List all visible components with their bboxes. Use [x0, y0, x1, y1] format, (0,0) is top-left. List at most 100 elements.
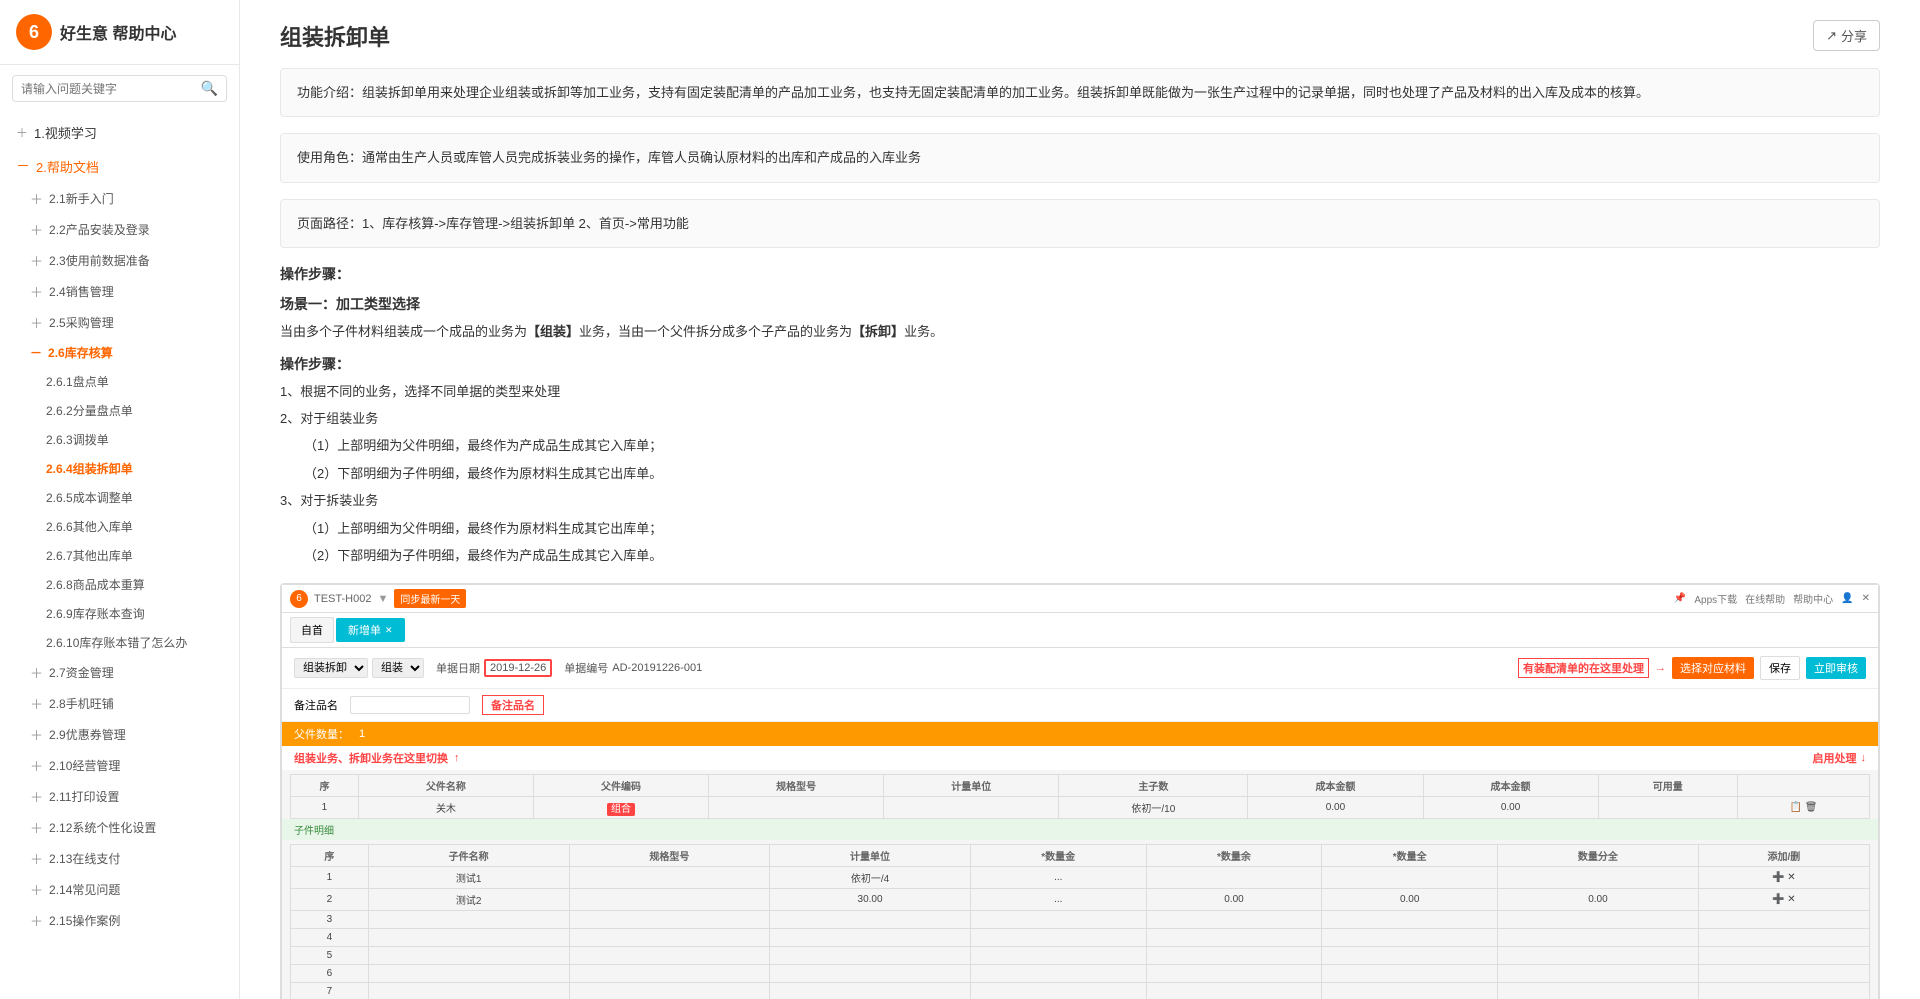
row-action-icon[interactable]: 📋 — [1790, 802, 1802, 813]
sidebar-item-2-6[interactable]: － 2.6库存核算 — [30, 338, 239, 367]
app-tab-new[interactable]: 新增单 ✕ — [336, 618, 405, 642]
sidebar-item-2-6-6[interactable]: 2.6.6其他入库单 — [46, 512, 239, 541]
th-actions — [1737, 775, 1869, 797]
app-dropdown-icon: ▼ — [377, 593, 388, 605]
table-row: 6 — [291, 965, 1870, 983]
app-tenant-name: TEST-H002 — [314, 593, 371, 605]
sidebar-item-2-4[interactable]: ＋ 2.4销售管理 — [30, 276, 239, 307]
app-tab-bar: 自首 新增单 ✕ — [282, 613, 1878, 648]
step2-sub1: （1）上部明细为父件明细，最终作为产成品生成其它入库单； — [304, 434, 1880, 457]
th-main-sub: 主子数 — [1059, 775, 1248, 797]
search-input[interactable] — [21, 82, 201, 96]
ops-section: 操作步骤： 场景一：加工类型选择 当由多个子件材料组装成一个成品的业务为【组装】… — [240, 264, 1920, 567]
sidebar-item-2-6-9[interactable]: 2.6.9库存账本查询 — [46, 599, 239, 628]
top-bar: 组装拆卸单 ↗ 分享 — [240, 0, 1920, 52]
cth-qty: 计量单位 — [770, 845, 971, 867]
app-remark-row: 备注品名 备注品名 — [282, 689, 1878, 722]
app-tab-list[interactable]: 自首 — [290, 617, 334, 643]
step2-subs: （1）上部明细为父件明细，最终作为产成品生成其它入库单； （2）下部明细为子件明… — [280, 434, 1880, 485]
sidebar-item-2-9[interactable]: ＋ 2.9优惠券管理 — [30, 719, 239, 750]
sidebar-item-2-10[interactable]: ＋ 2.10经营管理 — [30, 750, 239, 781]
child-add-icon[interactable]: ➕ — [1772, 872, 1784, 883]
share-button[interactable]: ↗ 分享 — [1813, 20, 1880, 51]
app-table-child: 序 子件名称 规格型号 计量单位 *数量金 *数量余 *数量全 数量分全 添加/… — [282, 844, 1878, 999]
step2: 2、对于组装业务 — [280, 407, 1880, 430]
sidebar-item-2-6-1[interactable]: 2.6.1盘点单 — [46, 367, 239, 396]
cth-qty2: *数量余 — [1146, 845, 1322, 867]
child-add-icon[interactable]: ➕ — [1772, 894, 1784, 905]
th-parent-name: 父件名称 — [358, 775, 533, 797]
sidebar-item-2-6-4[interactable]: 2.6.4组装拆卸单 — [46, 454, 239, 483]
child-table: 序 子件名称 规格型号 计量单位 *数量金 *数量余 *数量全 数量分全 添加/… — [290, 844, 1870, 999]
share-icon: ↗ — [1826, 28, 1837, 44]
btn-confirm[interactable]: 立即审核 — [1806, 657, 1866, 679]
sidebar-item-docs[interactable]: － 2.帮助文档 — [0, 149, 239, 183]
sidebar-item-2-3[interactable]: ＋ 2.3使用前数据准备 — [30, 245, 239, 276]
sidebar-item-2-6-7[interactable]: 2.6.7其他出库单 — [46, 541, 239, 570]
sidebar-item-2-6-5[interactable]: 2.6.5成本调整单 — [46, 483, 239, 512]
sidebar-item-2-6-10[interactable]: 2.6.10库存账本错了怎么办 — [46, 628, 239, 657]
app-orange-bar-count: 1 — [359, 728, 365, 740]
form-row-type: 组装拆卸 组装 — [294, 658, 424, 678]
sidebar-item-2-6-3[interactable]: 2.6.3调拨单 — [46, 425, 239, 454]
app-new-btn[interactable]: 同步最新一天 — [394, 589, 466, 608]
table-row: 2 测试2 30.00 ... 0.00 0.00 0.00 ➕ ✕ — [291, 889, 1870, 911]
app-apps-icon: Apps下载 — [1694, 591, 1737, 606]
cth-add: 添加/删 — [1698, 845, 1869, 867]
btn-select-material[interactable]: 选择对应材料 — [1672, 657, 1754, 679]
app-help2-icon: 帮助中心 — [1793, 591, 1833, 606]
cth-seq: 序 — [291, 845, 369, 867]
sidebar-item-video[interactable]: ＋ 1.视频学习 — [0, 116, 239, 149]
th-unit: 计量单位 — [884, 775, 1059, 797]
sidebar-item-2-8[interactable]: ＋ 2.8手机旺铺 — [30, 688, 239, 719]
search-icon[interactable]: 🔍 — [201, 80, 218, 97]
logo-icon: 6 — [16, 14, 52, 50]
remark-label: 备注品名 — [294, 697, 338, 713]
minus-icon: － — [16, 156, 30, 176]
sidebar-item-2-2[interactable]: ＋ 2.2产品安装及登录 — [30, 214, 239, 245]
table-row: 3 — [291, 911, 1870, 929]
tab-close-icon[interactable]: ✕ — [385, 625, 393, 636]
sidebar-item-2-15[interactable]: ＋ 2.15操作案例 — [30, 905, 239, 936]
intro-block-2: 使用角色：通常由生产人员或库管人员完成拆装业务的操作，库管人员确认原材料的出库和… — [280, 133, 1880, 182]
sidebar-item-2-1[interactable]: ＋ 2.1新手入门 — [30, 183, 239, 214]
app-right-icons: 📌 Apps下载 在线帮助 帮助中心 👤 ✕ — [1674, 591, 1870, 606]
arrow-right-icon: → — [1655, 662, 1666, 674]
annotation-area-top: 有装配清单的在这里处理 → 选择对应材料 保存 立即审核 — [714, 656, 1866, 680]
sidebar-item-2-11[interactable]: ＋ 2.11打印设置 — [30, 781, 239, 812]
annotation-right-text: 启用处理 — [1813, 750, 1857, 766]
sidebar-item-2-13[interactable]: ＋ 2.13在线支付 — [30, 843, 239, 874]
sidebar-item-2-7[interactable]: ＋ 2.7资金管理 — [30, 657, 239, 688]
step1: 1、根据不同的业务，选择不同单据的类型来处理 — [280, 380, 1880, 403]
app-logo-icon: 6 — [290, 590, 308, 608]
step3-sub1: （1）上部明细为父件明细，最终作为原材料生成其它出库单； — [304, 517, 1880, 540]
app-top-bar: 6 TEST-H002 ▼ 同步最新一天 📌 Apps下载 在线帮助 帮助中心 … — [282, 585, 1878, 613]
scenario-title: 场景一：加工类型选择 — [280, 294, 1880, 314]
search-box[interactable]: 🔍 — [12, 75, 227, 102]
cth-code: 规格型号 — [569, 845, 770, 867]
remark-input[interactable] — [350, 696, 470, 714]
ops-title: 操作步骤： — [280, 264, 1880, 284]
app-sub-divider: 子件明细 — [282, 819, 1878, 840]
app-close-icon[interactable]: ✕ — [1862, 593, 1870, 604]
arrow-down-icon: ↓ — [1861, 752, 1867, 764]
nav-sub-2-6: 2.6.1盘点单 2.6.2分量盘点单 2.6.3调拨单 2.6.4组装拆卸单 … — [30, 367, 239, 657]
date-value: 2019-12-26 — [484, 659, 552, 677]
sidebar-item-2-5[interactable]: ＋ 2.5采购管理 — [30, 307, 239, 338]
sidebar-item-2-6-8[interactable]: 2.6.8商品成本重算 — [46, 570, 239, 599]
btn-save[interactable]: 保存 — [1760, 656, 1800, 680]
page-title: 组装拆卸单 — [280, 20, 390, 52]
form-select-type[interactable]: 组装拆卸 — [294, 658, 368, 678]
step3: 3、对于拆装业务 — [280, 489, 1880, 512]
arrow-up-icon: ↑ — [454, 752, 460, 764]
sidebar-item-2-14[interactable]: ＋ 2.14常见问题 — [30, 874, 239, 905]
annotation-middle-text: 组装业务、拆卸业务在这里切换 — [294, 750, 448, 766]
ops-steps-title: 操作步骤： — [280, 354, 1880, 374]
form-select-subtype[interactable]: 组装 — [372, 658, 424, 678]
child-del-icon[interactable]: ✕ — [1787, 894, 1795, 905]
sidebar-item-2-6-2[interactable]: 2.6.2分量盘点单 — [46, 396, 239, 425]
row-delete-icon[interactable]: 🗑 — [1805, 802, 1818, 813]
child-del-icon[interactable]: ✕ — [1787, 872, 1795, 883]
sidebar-item-2-12[interactable]: ＋ 2.12系统个性化设置 — [30, 812, 239, 843]
app-avatar: 👤 — [1841, 593, 1853, 604]
